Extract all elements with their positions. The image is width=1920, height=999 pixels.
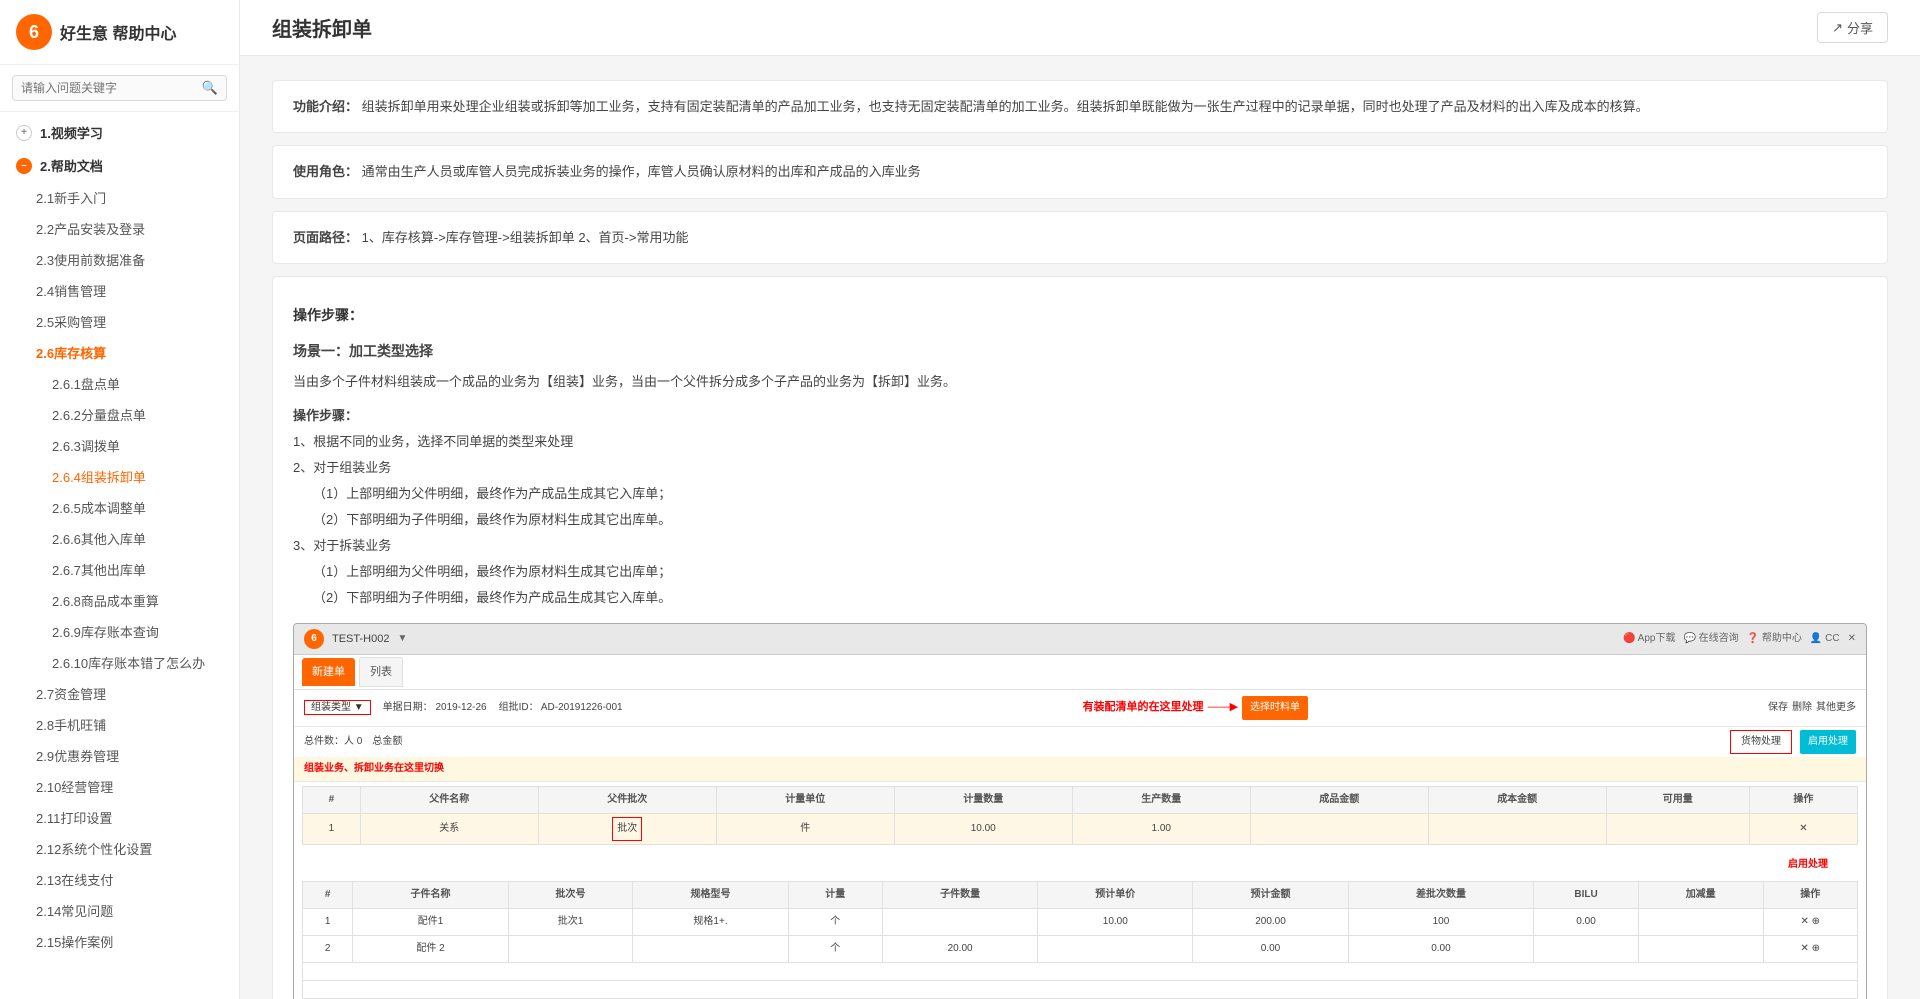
sidebar-item-data-prep[interactable]: 2.3使用前数据准备 — [0, 244, 239, 275]
mock-form-header: 组装类型 ▼ 单据日期： 2019-12-26 组批ID： AD-2019122… — [294, 690, 1866, 727]
sidebar-item-install[interactable]: 2.2产品安装及登录 — [0, 213, 239, 244]
path-text: 1、库存核算->库存管理->组装拆卸单 2、首页->常用功能 — [362, 230, 689, 245]
plus-icon: + — [16, 125, 32, 141]
mock-warehouse-selector[interactable]: 货物处理 — [1730, 730, 1792, 754]
role-label: 使用角色： — [293, 164, 358, 179]
steps-title: 操作步骤： — [293, 301, 1867, 329]
sidebar-item-ledger-query[interactable]: 2.6.9库存账本查询 — [0, 616, 239, 647]
logo-area: 6 好生意 帮助中心 — [0, 0, 239, 65]
mock-upper-table: # 父件名称 父件批次 计量单位 计量数量 生产数量 成品金额 成本金额 可用量 — [294, 782, 1866, 853]
step3: 3、对于拆装业务 — [293, 533, 1867, 559]
main-content: 组装拆卸单 ↗ 分享 功能介绍： 组装拆卸单用来处理企业组装或拆卸等加工业务，支… — [240, 0, 1920, 999]
sidebar-item-inventory[interactable]: 2.6库存核算 — [0, 337, 239, 368]
scene1-desc: 当由多个子件材料组装成一个成品的业务为【组装】业务，当由一个父件拆分成多个子产品… — [293, 369, 1867, 395]
path-label: 页面路径： — [293, 230, 358, 245]
mock-annotation1-area: 有装配清单的在这里处理 ——▶ 选择时料单 — [635, 696, 1756, 720]
mock-select-btn[interactable]: 选择时料单 — [1242, 696, 1308, 720]
sidebar-item-coupon[interactable]: 2.9优惠券管理 — [0, 740, 239, 771]
mock-titlebar: 6 TEST-H002 ▼ 🔴 App下载 💬 在线咨询 ❓ 帮助中心 👤 CC… — [294, 624, 1866, 655]
page-title: 组装拆卸单 — [272, 13, 372, 42]
mock-parent-table: # 父件名称 父件批次 计量单位 计量数量 生产数量 成品金额 成本金额 可用量 — [302, 786, 1858, 845]
mock-tab-list[interactable]: 列表 — [359, 657, 403, 687]
sidebar-item-split-stocktake[interactable]: 2.6.2分量盘点单 — [0, 399, 239, 430]
search-icon[interactable]: 🔍 — [202, 80, 218, 96]
share-button[interactable]: ↗ 分享 — [1817, 12, 1888, 43]
sidebar-item-ledger-fix[interactable]: 2.6.10库存账本错了怎么办 — [0, 647, 239, 678]
search-area: 🔍 — [0, 65, 239, 112]
step3-2: （2）下部明细为子件明细，最终作为产成品生成其它入库单。 — [313, 585, 1867, 611]
mock-tabs: 新建单 列表 — [294, 655, 1866, 690]
mock-nav-hint: ▼ — [397, 629, 407, 649]
top-bar: 组装拆卸单 ↗ 分享 — [240, 0, 1920, 56]
sidebar-item-custom[interactable]: 2.12系统个性化设置 — [0, 833, 239, 864]
role-block: 使用角色： 通常由生产人员或库管人员完成拆装业务的操作，库管人员确认原材料的出库… — [272, 145, 1888, 198]
sidebar-item-cost-adj[interactable]: 2.6.5成本调整单 — [0, 492, 239, 523]
search-box[interactable]: 🔍 — [12, 75, 227, 101]
sidebar-item-operation[interactable]: 2.10经营管理 — [0, 771, 239, 802]
sidebar-item-transfer[interactable]: 2.6.3调拨单 — [0, 430, 239, 461]
content-area: 功能介绍： 组装拆卸单用来处理企业组装或拆卸等加工业务，支持有固定装配清单的产品… — [240, 56, 1920, 999]
annotation3-text: 启用处理 — [1788, 855, 1828, 875]
annotation1-text: 有装配清单的在这里处理 — [1083, 696, 1204, 720]
func-intro-label: 功能介绍： — [293, 99, 358, 114]
mock-date-label: 单据日期： 2019-12-26 — [383, 698, 487, 718]
mock-title: TEST-H002 — [332, 628, 389, 650]
sidebar-item-finance[interactable]: 2.7资金管理 — [0, 678, 239, 709]
app-name: 好生意 帮助中心 — [60, 20, 176, 44]
mock-qty-info: 总件数：人 0 总金额 — [304, 732, 402, 752]
mock-child-table: # 子件名称 批次号 规格型号 计量 子件数量 预计单价 预计金额 差批次数量 — [302, 881, 1858, 999]
mock-order-label: 组批ID： AD-20191226-001 — [499, 698, 623, 718]
step2-2: （2）下部明细为子件明细，最终作为原材料生成其它出库单。 — [313, 507, 1867, 533]
search-input[interactable] — [21, 81, 202, 95]
func-intro-block: 功能介绍： 组装拆卸单用来处理企业组装或拆卸等加工业务，支持有固定装配清单的产品… — [272, 80, 1888, 133]
steps-block: 操作步骤： 场景一：加工类型选择 当由多个子件材料组装成一个成品的业务为【组装】… — [272, 276, 1888, 999]
logo-icon: 6 — [16, 14, 52, 50]
sidebar-item-payment[interactable]: 2.13在线支付 — [0, 864, 239, 895]
steps-intro: 操作步骤： — [293, 403, 1867, 429]
minus-icon: – — [16, 158, 32, 174]
sidebar-item-video[interactable]: + 1.视频学习 — [0, 116, 239, 149]
path-block: 页面路径： 1、库存核算->库存管理->组装拆卸单 2、首页->常用功能 — [272, 211, 1888, 264]
sidebar-item-docs[interactable]: – 2.帮助文档 — [0, 149, 239, 182]
mock-logo: 6 — [304, 629, 324, 649]
sidebar-item-beginner[interactable]: 2.1新手入门 — [0, 182, 239, 213]
mock-lower-table: # 子件名称 批次号 规格型号 计量 子件数量 预计单价 预计金额 差批次数量 — [294, 877, 1866, 999]
sidebar-item-assembly[interactable]: 2.6.4组装拆卸单 — [0, 461, 239, 492]
nav-list: + 1.视频学习 – 2.帮助文档 2.1新手入门 2.2产品安装及登录 2.3… — [0, 112, 239, 999]
mock-warehouse-row: 货物处理 启用处理 — [1730, 730, 1856, 754]
mock-enable-btn[interactable]: 启用处理 — [1800, 730, 1856, 754]
func-intro-text: 组装拆卸单用来处理企业组装或拆卸等加工业务，支持有固定装配清单的产品加工业务，也… — [362, 99, 1649, 114]
screenshot-wrapper: 6 TEST-H002 ▼ 🔴 App下载 💬 在线咨询 ❓ 帮助中心 👤 CC… — [293, 623, 1867, 999]
sidebar-item-cost-recalc[interactable]: 2.6.8商品成本重算 — [0, 585, 239, 616]
sidebar-item-other-out[interactable]: 2.6.7其他出库单 — [0, 554, 239, 585]
step3-1: （1）上部明细为父件明细，最终作为原材料生成其它出库单； — [313, 559, 1867, 585]
sidebar-item-print[interactable]: 2.11打印设置 — [0, 802, 239, 833]
sidebar-item-purchase[interactable]: 2.5采购管理 — [0, 306, 239, 337]
sidebar-item-sales[interactable]: 2.4销售管理 — [0, 275, 239, 306]
step2: 2、对于组装业务 — [293, 455, 1867, 481]
annotation2-text: 组装业务、拆卸业务在这里切换 — [294, 757, 1866, 782]
mock-tab-new[interactable]: 新建单 — [302, 658, 355, 686]
sidebar: 6 好生意 帮助中心 🔍 + 1.视频学习 – 2.帮助文档 2.1新手入门 2… — [0, 0, 240, 999]
share-icon: ↗ — [1832, 20, 1843, 36]
sidebar-item-mobile[interactable]: 2.8手机旺铺 — [0, 709, 239, 740]
mock-type-selector[interactable]: 组装类型 ▼ — [304, 698, 371, 718]
sidebar-item-cases[interactable]: 2.15操作案例 — [0, 926, 239, 957]
annotation3-area: 启用处理 — [294, 853, 1866, 877]
step1: 1、根据不同的业务，选择不同单据的类型来处理 — [293, 429, 1867, 455]
mock-top-right: 🔴 App下载 💬 在线咨询 ❓ 帮助中心 👤 CC ✕ — [1623, 629, 1856, 649]
mock-annotation-row: 总件数：人 0 总金额 货物处理 启用处理 — [294, 727, 1866, 757]
sidebar-item-stocktake[interactable]: 2.6.1盘点单 — [0, 368, 239, 399]
sidebar-item-faq[interactable]: 2.14常见问题 — [0, 895, 239, 926]
mock-window: 6 TEST-H002 ▼ 🔴 App下载 💬 在线咨询 ❓ 帮助中心 👤 CC… — [293, 623, 1867, 999]
sidebar-item-other-in[interactable]: 2.6.6其他入库单 — [0, 523, 239, 554]
scene1-title: 场景一：加工类型选择 — [293, 337, 1867, 365]
role-text: 通常由生产人员或库管人员完成拆装业务的操作，库管人员确认原材料的出库和产成品的入… — [362, 164, 921, 179]
step2-1: （1）上部明细为父件明细，最终作为产成品生成其它入库单； — [313, 481, 1867, 507]
mock-right-actions: 保存 删除 其他更多 — [1768, 698, 1856, 718]
